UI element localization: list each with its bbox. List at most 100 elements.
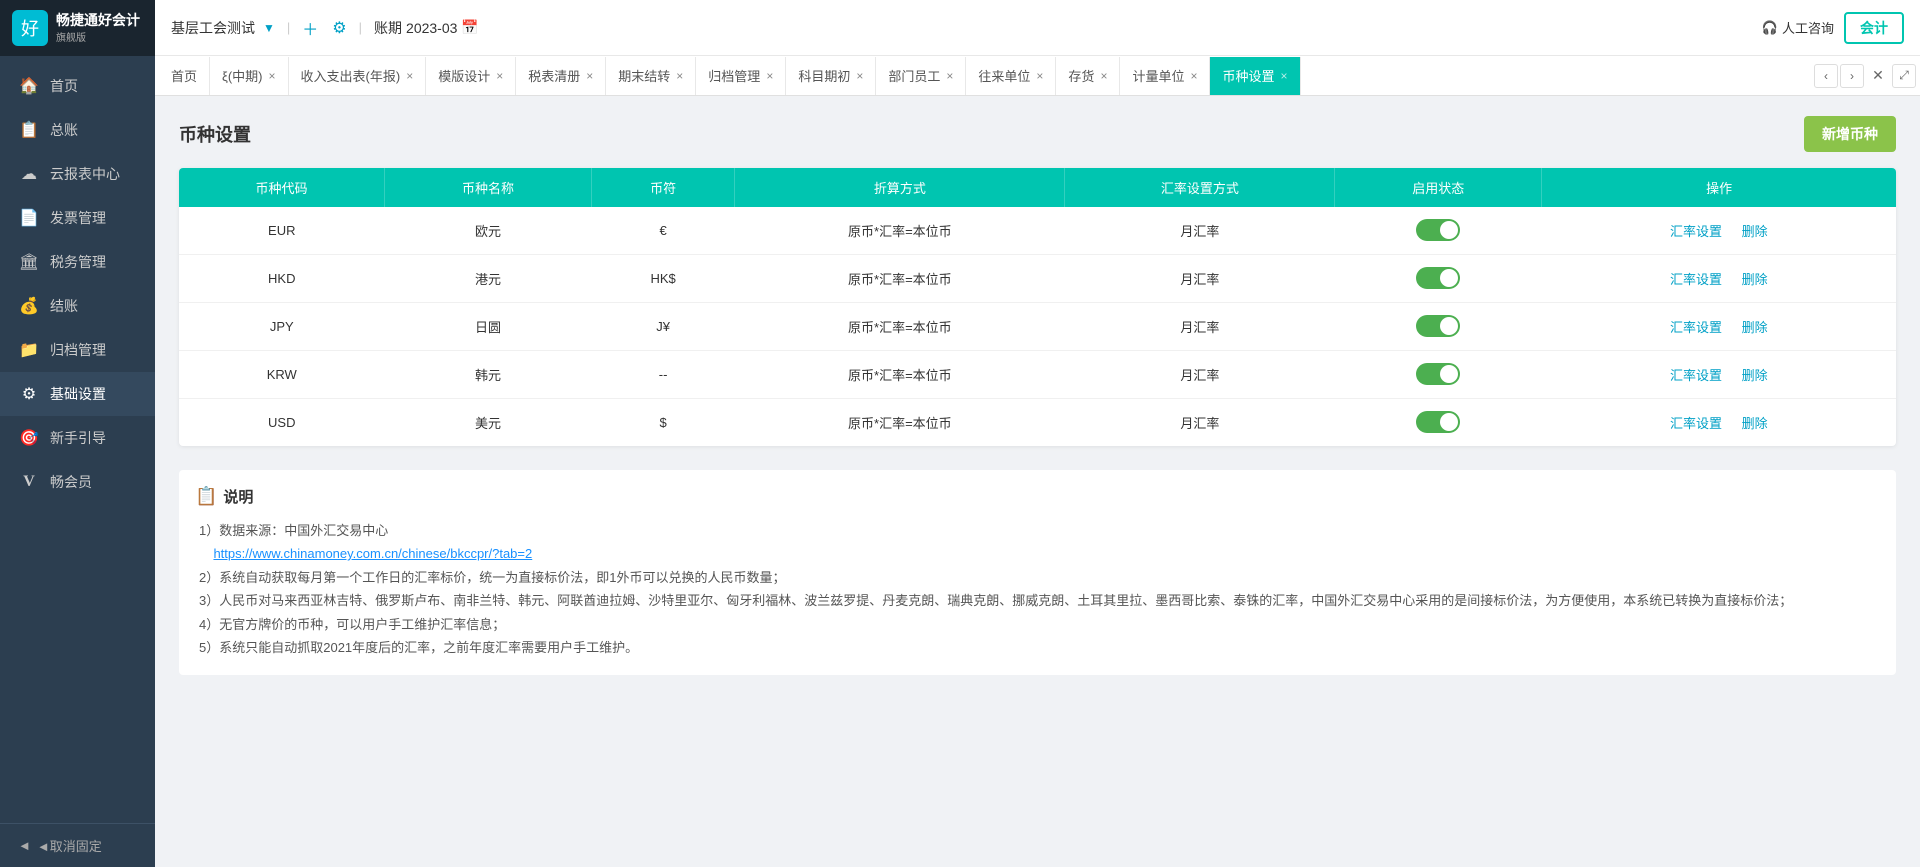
support-button[interactable]: 🎧 人工咨询 — [1762, 18, 1834, 37]
tab-archive-mgmt[interactable]: 归档管理 × — [696, 57, 786, 95]
tab-subject-close[interactable]: × — [856, 69, 863, 83]
toggle-enabled-4[interactable] — [1416, 411, 1460, 433]
sidebar-item-invoice[interactable]: 📄 发票管理 — [0, 196, 155, 240]
tab-tax-close[interactable]: × — [586, 69, 593, 83]
toggle-enabled-3[interactable] — [1416, 363, 1460, 385]
tab-currency-label: 币种设置 — [1222, 66, 1274, 85]
tab-unit-close[interactable]: × — [1190, 69, 1197, 83]
cell-calc-1: 原币*汇率=本位币 — [735, 255, 1065, 303]
sidebar-item-guide[interactable]: 🎯 新手引导 — [0, 416, 155, 460]
tab-home[interactable]: 首页 — [159, 57, 210, 95]
settings-gear-icon[interactable]: ⚙ — [332, 18, 346, 38]
period-display: 账期 2023-03 📅 — [374, 18, 479, 38]
tab-currency-close[interactable]: × — [1281, 69, 1288, 83]
member-icon: V — [18, 471, 40, 493]
tab-annual[interactable]: 收入支出表(年报) × — [289, 57, 427, 95]
sidebar-item-home[interactable]: 🏠 首页 — [0, 64, 155, 108]
tab-annual-close[interactable]: × — [406, 69, 413, 83]
tab-unit[interactable]: 计量单位 × — [1120, 57, 1210, 95]
cell-rate-3: 月汇率 — [1065, 351, 1335, 399]
currency-table: 币种代码 币种名称 币符 折算方式 汇率设置方式 启用状态 操作 EUR 欧元 … — [179, 168, 1896, 446]
tab-midterm-close[interactable]: × — [269, 69, 276, 83]
tab-next-arrow[interactable]: › — [1840, 64, 1864, 88]
cell-toggle-1[interactable] — [1335, 255, 1542, 303]
project-dropdown-icon[interactable]: ▼ — [263, 21, 275, 35]
tab-inventory-close[interactable]: × — [1100, 69, 1107, 83]
app-subtitle: 旗舰版 — [56, 29, 140, 44]
project-name[interactable]: 基层工会测试 — [171, 18, 255, 38]
toggle-enabled-2[interactable] — [1416, 315, 1460, 337]
period-value[interactable]: 2023-03 — [406, 20, 457, 36]
cell-name-1: 港元 — [385, 255, 592, 303]
tab-expand[interactable]: ⤢ — [1892, 64, 1916, 88]
notes-item-5: 5）系统只能自动抓取2021年度后的汇率，之前年度汇率需要用户手工维护。 — [195, 636, 1880, 659]
toggle-enabled-1[interactable] — [1416, 267, 1460, 289]
rate-setting-link-2[interactable]: 汇率设置 — [1670, 320, 1722, 335]
topbar-right: 🎧 人工咨询 会计 — [1762, 12, 1904, 44]
notes-link[interactable]: https://www.chinamoney.com.cn/chinese/bk… — [213, 546, 532, 561]
sidebar-item-member[interactable]: V 畅会员 — [0, 460, 155, 504]
tab-customer[interactable]: 往来单位 × — [966, 57, 1056, 95]
sidebar-item-settings[interactable]: ⚙ 基础设置 — [0, 372, 155, 416]
tab-currency[interactable]: 币种设置 × — [1210, 57, 1300, 95]
cell-actions-3: 汇率设置 删除 — [1542, 351, 1896, 399]
rate-setting-link-1[interactable]: 汇率设置 — [1670, 272, 1722, 287]
tab-dept-close[interactable]: × — [946, 69, 953, 83]
tab-tax[interactable]: 税表清册 × — [516, 57, 606, 95]
delete-link-2[interactable]: 删除 — [1742, 320, 1768, 335]
sidebar-item-tax[interactable]: 🏛 税务管理 — [0, 240, 155, 284]
cell-toggle-2[interactable] — [1335, 303, 1542, 351]
tab-template-close[interactable]: × — [496, 69, 503, 83]
sidebar-item-ledger[interactable]: 📋 总账 — [0, 108, 155, 152]
delete-link-4[interactable]: 删除 — [1742, 416, 1768, 431]
sidebar-item-settlement[interactable]: 💰 结账 — [0, 284, 155, 328]
table-row: KRW 韩元 -- 原币*汇率=本位币 月汇率 汇率设置 删除 — [179, 351, 1896, 399]
cell-actions-2: 汇率设置 删除 — [1542, 303, 1896, 351]
delete-link-1[interactable]: 删除 — [1742, 272, 1768, 287]
tab-period-close[interactable]: 期末结转 × — [606, 57, 696, 95]
cell-name-2: 日圆 — [385, 303, 592, 351]
notes-section: 📋 说明 1）数据来源：中国外汇交易中心 https://www.chinamo… — [179, 470, 1896, 675]
tab-unit-label: 计量单位 — [1132, 66, 1184, 85]
sidebar-toggle-pin[interactable]: ◄ ◄取消固定 — [0, 823, 155, 867]
cell-code-3: KRW — [179, 351, 385, 399]
account-type-button[interactable]: 会计 — [1844, 12, 1904, 44]
toggle-enabled-0[interactable] — [1416, 219, 1460, 241]
tab-dept[interactable]: 部门员工 × — [876, 57, 966, 95]
col-symbol: 币符 — [591, 168, 735, 207]
cell-toggle-3[interactable] — [1335, 351, 1542, 399]
rate-setting-link-0[interactable]: 汇率设置 — [1670, 224, 1722, 239]
cell-toggle-0[interactable] — [1335, 207, 1542, 255]
sidebar-item-reports[interactable]: ☁ 云报表中心 — [0, 152, 155, 196]
cell-actions-4: 汇率设置 删除 — [1542, 399, 1896, 447]
rate-setting-link-3[interactable]: 汇率设置 — [1670, 368, 1722, 383]
rate-setting-link-4[interactable]: 汇率设置 — [1670, 416, 1722, 431]
tab-archive-close[interactable]: × — [766, 69, 773, 83]
tax-icon: 🏛 — [18, 251, 40, 273]
new-currency-button[interactable]: 新增币种 — [1804, 116, 1896, 152]
calendar-icon[interactable]: 📅 — [461, 19, 478, 36]
sidebar-item-archive[interactable]: 📁 归档管理 — [0, 328, 155, 372]
delete-link-3[interactable]: 删除 — [1742, 368, 1768, 383]
support-label: 人工咨询 — [1782, 18, 1834, 37]
tab-template[interactable]: 模版设计 × — [426, 57, 516, 95]
tab-inventory[interactable]: 存货 × — [1056, 57, 1120, 95]
topbar-divider1: | — [287, 20, 290, 35]
add-project-icon[interactable]: ＋ — [302, 16, 318, 40]
table-row: EUR 欧元 € 原币*汇率=本位币 月汇率 汇率设置 删除 — [179, 207, 1896, 255]
headset-icon: 🎧 — [1762, 20, 1778, 36]
col-status: 启用状态 — [1335, 168, 1542, 207]
tab-prev-arrow[interactable]: ‹ — [1814, 64, 1838, 88]
sidebar: 好 畅捷通好会计 旗舰版 🏠 首页 📋 总账 ☁ 云报表中心 📄 发票管理 🏛 … — [0, 0, 155, 867]
tab-customer-close[interactable]: × — [1036, 69, 1043, 83]
guide-icon: 🎯 — [18, 427, 40, 449]
tab-close-all[interactable]: ✕ — [1866, 64, 1890, 88]
logo-text-block: 畅捷通好会计 旗舰版 — [56, 12, 140, 44]
cell-code-4: USD — [179, 399, 385, 447]
tab-subject[interactable]: 科目期初 × — [786, 57, 876, 95]
toggle-knob-1 — [1440, 269, 1458, 287]
tab-midterm[interactable]: ξ(中期) × — [210, 57, 289, 95]
delete-link-0[interactable]: 删除 — [1742, 224, 1768, 239]
cell-toggle-4[interactable] — [1335, 399, 1542, 447]
tab-period-close-x[interactable]: × — [676, 69, 683, 83]
